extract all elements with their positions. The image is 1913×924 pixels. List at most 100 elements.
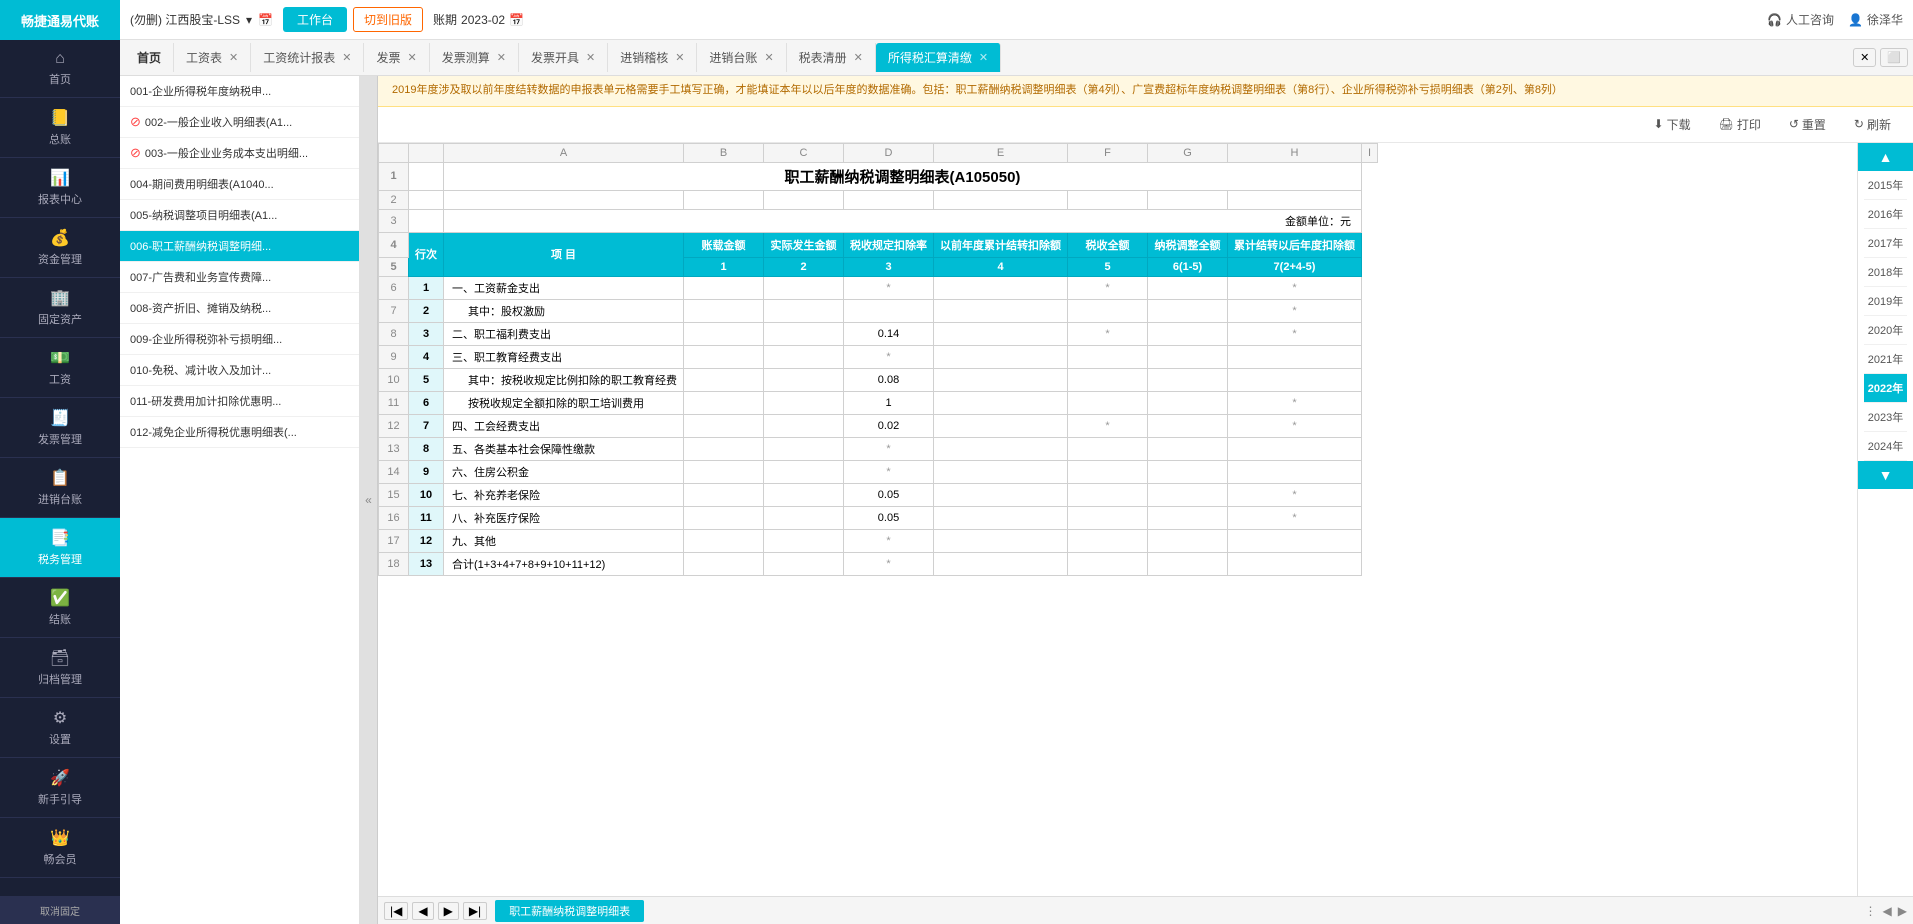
cell-r10-c5[interactable]	[1148, 368, 1228, 391]
download-button[interactable]: ⬇ 下载	[1646, 113, 1699, 136]
cell-r8-c1[interactable]	[764, 322, 844, 345]
cell-r12-c3[interactable]	[934, 414, 1068, 437]
cell-r13-c0[interactable]	[684, 437, 764, 460]
cell-r18-c1[interactable]	[764, 552, 844, 575]
cell-r6-c1[interactable]	[764, 276, 844, 299]
cell-r11-c1[interactable]	[764, 391, 844, 414]
cell-r8-c6[interactable]: *	[1228, 322, 1362, 345]
cell-r15-c4[interactable]	[1068, 483, 1148, 506]
cell-r16-c0[interactable]	[684, 506, 764, 529]
cell-r18-c0[interactable]	[684, 552, 764, 575]
year-scroll-up-btn[interactable]: ▲	[1858, 143, 1913, 171]
period-calendar-icon[interactable]: 📅	[509, 13, 524, 27]
sidebar-item-guide[interactable]: 🚀新手引导	[0, 758, 120, 818]
year-scroll-down-btn[interactable]: ▼	[1858, 461, 1913, 489]
tab-close-icon[interactable]: ✕	[675, 51, 684, 64]
cell-r14-c5[interactable]	[1148, 460, 1228, 483]
report-item-010[interactable]: 010-免税、减计收入及加计...	[120, 355, 359, 386]
cell-r11-c5[interactable]	[1148, 391, 1228, 414]
year-item-2024[interactable]: 2024年	[1864, 432, 1907, 461]
cell-r8-c0[interactable]	[684, 322, 764, 345]
cell-r18-c4[interactable]	[1068, 552, 1148, 575]
cell-r9-c0[interactable]	[684, 345, 764, 368]
cell-r10-c1[interactable]	[764, 368, 844, 391]
tab-工资表[interactable]: 工资表✕	[174, 43, 251, 72]
sidebar-item-capital[interactable]: 💰资金管理	[0, 218, 120, 278]
cell-r15-c2[interactable]: 0.05	[844, 483, 934, 506]
report-item-006[interactable]: 006-职工薪酬纳税调整明细...	[120, 231, 359, 262]
cell-r17-c6[interactable]	[1228, 529, 1362, 552]
tab-close-icon[interactable]: ✕	[854, 51, 863, 64]
cell-r13-c4[interactable]	[1068, 437, 1148, 460]
cell-r9-c3[interactable]	[934, 345, 1068, 368]
cell-r7-c2[interactable]	[844, 299, 934, 322]
cell-r16-c2[interactable]: 0.05	[844, 506, 934, 529]
tab-发票测算[interactable]: 发票测算✕	[430, 43, 519, 72]
cell-r16-c6[interactable]: *	[1228, 506, 1362, 529]
cell-r6-c6[interactable]: *	[1228, 276, 1362, 299]
tab-首页[interactable]: 首页	[125, 43, 174, 72]
sidebar-item-settings[interactable]: ⚙设置	[0, 698, 120, 758]
cell-r15-c6[interactable]: *	[1228, 483, 1362, 506]
cell-r11-c2[interactable]: 1	[844, 391, 934, 414]
sheet-nav-last-btn[interactable]: ▶|	[463, 902, 487, 920]
tab-进销稽核[interactable]: 进销稽核✕	[608, 43, 697, 72]
cell-r8-c5[interactable]	[1148, 322, 1228, 345]
year-item-2020[interactable]: 2020年	[1864, 316, 1907, 345]
cell-r12-c6[interactable]: *	[1228, 414, 1362, 437]
cell-r8-c2[interactable]: 0.14	[844, 322, 934, 345]
cell-r7-c5[interactable]	[1148, 299, 1228, 322]
cancel-fixed-btn[interactable]: 取消固定	[0, 897, 120, 924]
tab-close-icon[interactable]: ✕	[342, 51, 351, 64]
report-item-009[interactable]: 009-企业所得税弥补亏损明细...	[120, 324, 359, 355]
cell-r7-c4[interactable]	[1068, 299, 1148, 322]
cell-r13-c6[interactable]	[1228, 437, 1362, 460]
cell-r16-c4[interactable]	[1068, 506, 1148, 529]
cell-r6-c2[interactable]: *	[844, 276, 934, 299]
cell-r11-c0[interactable]	[684, 391, 764, 414]
cell-r6-c4[interactable]: *	[1068, 276, 1148, 299]
cell-r9-c1[interactable]	[764, 345, 844, 368]
cell-r17-c2[interactable]: *	[844, 529, 934, 552]
cell-r12-c1[interactable]	[764, 414, 844, 437]
cell-r18-c5[interactable]	[1148, 552, 1228, 575]
sheet-options-btn[interactable]: ⋮	[1865, 904, 1877, 918]
cell-r13-c2[interactable]: *	[844, 437, 934, 460]
cell-r14-c3[interactable]	[934, 460, 1068, 483]
tab-close-icon[interactable]: ✕	[586, 51, 595, 64]
cell-r14-c4[interactable]	[1068, 460, 1148, 483]
sidebar-item-assets[interactable]: 🏢固定资产	[0, 278, 120, 338]
scroll-right-btn[interactable]: ▶	[1898, 904, 1907, 918]
sidebar-item-salary[interactable]: 💵工资	[0, 338, 120, 398]
cell-r7-c6[interactable]: *	[1228, 299, 1362, 322]
sidebar-item-salespurchase[interactable]: 📋进销台账	[0, 458, 120, 518]
cell-r6-c0[interactable]	[684, 276, 764, 299]
cell-r12-c2[interactable]: 0.02	[844, 414, 934, 437]
year-item-2018[interactable]: 2018年	[1864, 258, 1907, 287]
user-profile[interactable]: 👤 徐泽华	[1848, 11, 1903, 28]
report-item-001[interactable]: 001-企业所得税年度纳税申...	[120, 76, 359, 107]
cell-r9-c5[interactable]	[1148, 345, 1228, 368]
scroll-left-btn[interactable]: ◀	[1883, 904, 1892, 918]
tab-税表清册[interactable]: 税表清册✕	[787, 43, 876, 72]
spreadsheet-container[interactable]: ABCDEFGHI1职工薪酬纳税调整明细表(A105050)23金额单位：元4行…	[378, 143, 1857, 896]
support-link[interactable]: 🎧 人工咨询	[1767, 11, 1834, 28]
report-item-005[interactable]: 005-纳税调整项目明细表(A1...	[120, 200, 359, 231]
report-item-002[interactable]: ⊘002-一般企业收入明细表(A1...	[120, 107, 359, 138]
collapse-button[interactable]: «	[360, 76, 378, 924]
report-item-008[interactable]: 008-资产折旧、摊销及纳税...	[120, 293, 359, 324]
tab-close-icon[interactable]: ✕	[497, 51, 506, 64]
cell-r18-c2[interactable]: *	[844, 552, 934, 575]
cell-r17-c1[interactable]	[764, 529, 844, 552]
cell-r6-c3[interactable]	[934, 276, 1068, 299]
cell-r7-c1[interactable]	[764, 299, 844, 322]
sidebar-item-vip[interactable]: 👑畅会员	[0, 818, 120, 878]
cell-r10-c3[interactable]	[934, 368, 1068, 391]
cell-r14-c0[interactable]	[684, 460, 764, 483]
sidebar-item-tax[interactable]: 📑税务管理	[0, 518, 120, 578]
sheet-nav-next-btn[interactable]: ▶	[438, 902, 459, 920]
tab-进销台账[interactable]: 进销台账✕	[697, 43, 786, 72]
cell-r13-c3[interactable]	[934, 437, 1068, 460]
active-sheet-tab[interactable]: 职工薪酬纳税调整明细表	[495, 900, 644, 922]
cell-r16-c3[interactable]	[934, 506, 1068, 529]
